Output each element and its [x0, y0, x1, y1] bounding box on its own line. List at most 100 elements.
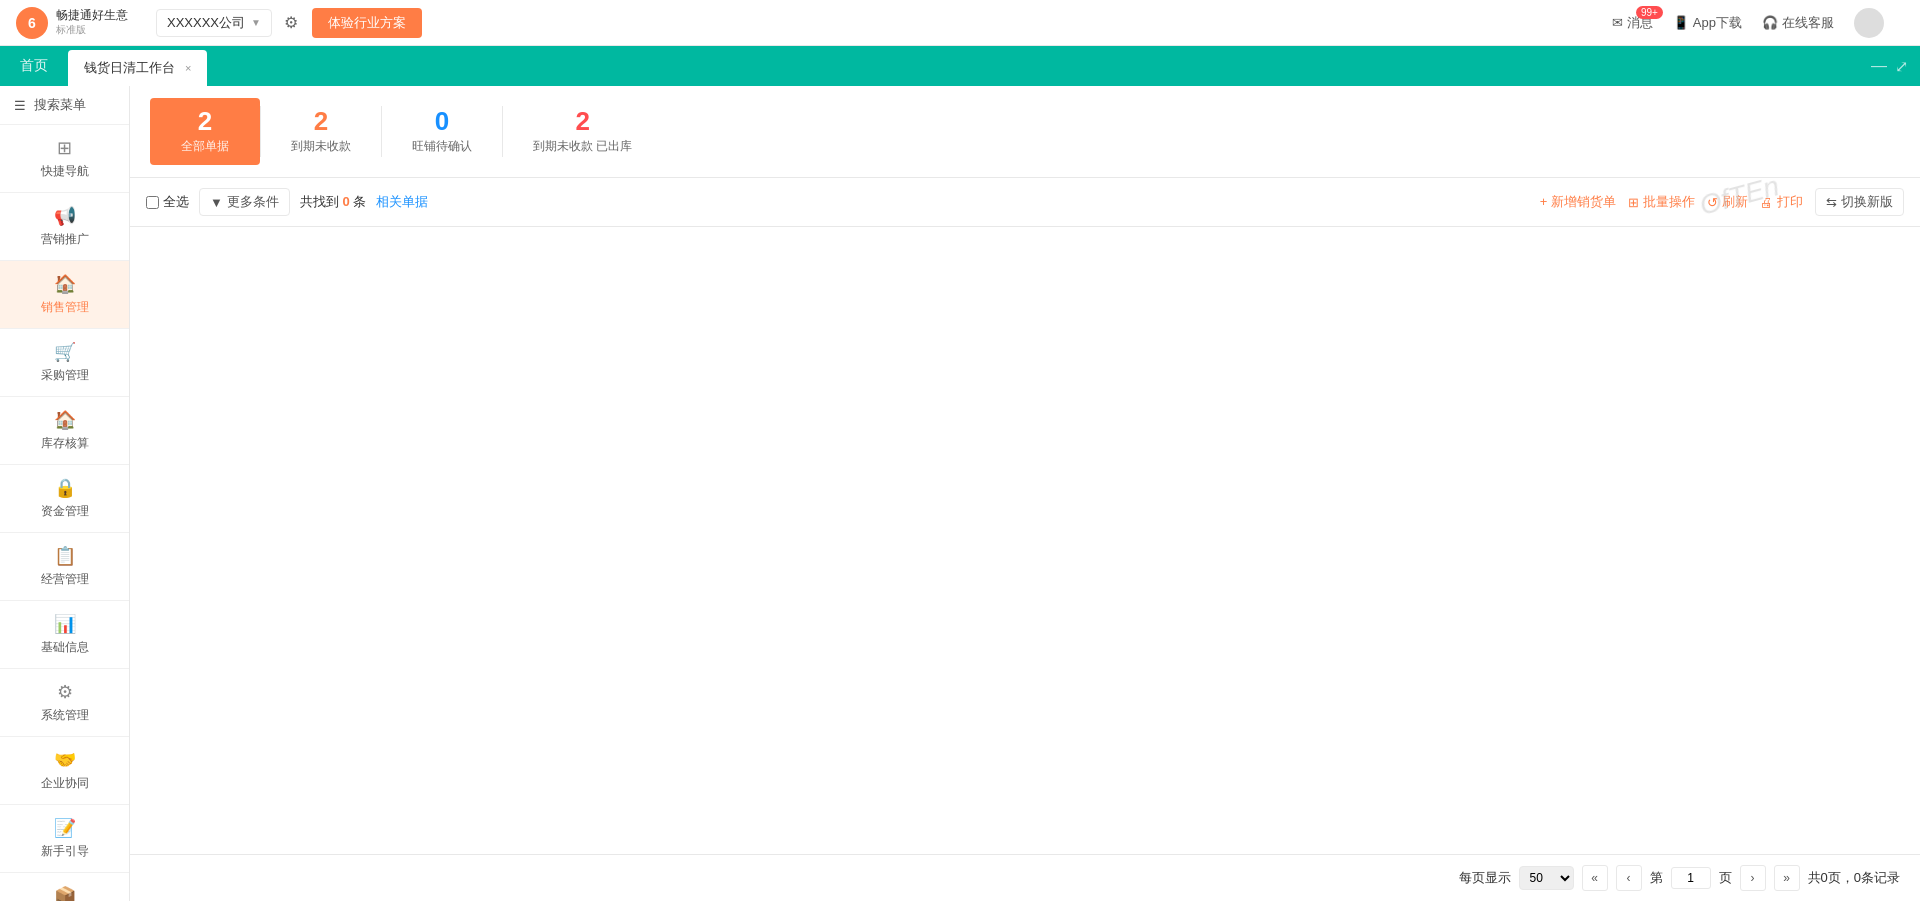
company-selector[interactable]: XXXXXX公司 ▼	[156, 9, 272, 37]
system-icon: ⚙	[57, 681, 73, 703]
stat-label-pending-confirm: 旺铺待确认	[412, 138, 472, 155]
company-dropdown-arrow: ▼	[251, 17, 261, 28]
print-label: 打印	[1777, 193, 1803, 211]
sidebar-item-label: 销售管理	[41, 299, 89, 316]
sidebar-item-label: 新手引导	[41, 843, 89, 860]
sidebar-item-app-center[interactable]: 📦 应用中心	[0, 873, 129, 901]
sidebar-item-label: 资金管理	[41, 503, 89, 520]
message-badge: 99+	[1636, 6, 1663, 19]
app-download[interactable]: 📱 App下载	[1673, 14, 1742, 32]
select-all-label: 全选	[163, 193, 189, 211]
logo-icon: 6	[16, 7, 48, 39]
company-name: XXXXXX公司	[167, 14, 245, 32]
marketing-icon: 📢	[54, 205, 76, 227]
workbench-tab-label: 钱货日清工作台	[84, 59, 175, 77]
stat-label-overdue-unpaid: 到期未收款	[291, 138, 351, 155]
stat-number-overdue-not-shipped: 2	[575, 108, 589, 134]
trial-button[interactable]: 体验行业方案	[312, 8, 422, 38]
workbench-tab[interactable]: 钱货日清工作台 ×	[68, 50, 207, 86]
refresh-label: 刷新	[1722, 193, 1748, 211]
select-all-checkbox[interactable]	[146, 196, 159, 209]
add-sales-button[interactable]: + 新增销货单	[1540, 193, 1616, 211]
sidebar-item-label: 基础信息	[41, 639, 89, 656]
main-layout: ☰ 搜索菜单 ⊞ 快捷导航 📢 营销推广 🏠 销售管理 🛒 采购管理 🏠 库存核…	[0, 86, 1920, 901]
purchase-icon: 🛒	[54, 341, 76, 363]
sidebar-item-label: 经营管理	[41, 571, 89, 588]
top-header: 6 畅捷通好生意 标准版 XXXXXX公司 ▼ ⚙ 体验行业方案 ✉ 消息 99…	[0, 0, 1920, 46]
stat-cards: 2 全部单据 2 到期未收款 0 旺铺待确认 2 到期未收款 已出库	[130, 86, 1920, 178]
home-tab-label: 首页	[20, 57, 48, 75]
service-icon: 🎧	[1762, 15, 1778, 30]
logo-area: 6 畅捷通好生意 标准版	[16, 7, 146, 39]
batch-label: 批量操作	[1643, 193, 1695, 211]
sidebar-item-basic-info[interactable]: 📊 基础信息	[0, 601, 129, 669]
page-label: 第	[1650, 869, 1663, 887]
refresh-button[interactable]: ↺ 刷新	[1707, 193, 1748, 211]
app-center-icon: 📦	[54, 885, 76, 901]
online-service[interactable]: 🎧 在线客服	[1762, 14, 1834, 32]
stat-card-overdue-unpaid[interactable]: 2 到期未收款	[261, 98, 381, 165]
content-area: 2 全部单据 2 到期未收款 0 旺铺待确认 2 到期未收款 已出库	[130, 86, 1920, 901]
sidebar-item-label: 系统管理	[41, 707, 89, 724]
sidebar-item-finance[interactable]: 🔒 资金管理	[0, 465, 129, 533]
stat-label-all: 全部单据	[181, 138, 229, 155]
sidebar-item-system[interactable]: ⚙ 系统管理	[0, 669, 129, 737]
sidebar-item-guide[interactable]: 📝 新手引导	[0, 805, 129, 873]
pagination: 每页显示 50 100 200 « ‹ 第 页 › » 共0页，0条记录	[130, 854, 1920, 901]
last-page-button[interactable]: »	[1774, 865, 1800, 891]
batch-icon: ⊞	[1628, 195, 1639, 210]
next-page-button[interactable]: ›	[1740, 865, 1766, 891]
select-all-area[interactable]: 全选	[146, 193, 189, 211]
search-menu[interactable]: ☰ 搜索菜单	[0, 86, 129, 125]
guide-icon: 📝	[54, 817, 76, 839]
related-docs-link[interactable]: 相关单据	[376, 193, 428, 211]
user-avatar[interactable]	[1854, 8, 1884, 38]
refresh-icon: ↺	[1707, 195, 1718, 210]
print-icon: 🖨	[1760, 195, 1773, 210]
sidebar-item-inventory[interactable]: 🏠 库存核算	[0, 397, 129, 465]
filter-button[interactable]: ▼ 更多条件	[199, 188, 290, 216]
sidebar-item-label: 企业协同	[41, 775, 89, 792]
prev-page-button[interactable]: ‹	[1616, 865, 1642, 891]
found-prefix: 共找到	[300, 194, 339, 209]
found-unit: 条	[353, 194, 366, 209]
tab-close-icon[interactable]: ×	[185, 62, 191, 74]
maximize-icon[interactable]: ⤢	[1895, 57, 1908, 76]
stat-card-pending-confirm[interactable]: 0 旺铺待确认	[382, 98, 502, 165]
online-service-label: 在线客服	[1782, 14, 1834, 32]
search-menu-label: 搜索菜单	[34, 96, 86, 114]
sidebar-item-operations[interactable]: 📋 经营管理	[0, 533, 129, 601]
search-icon: ☰	[14, 98, 26, 113]
finance-icon: 🔒	[54, 477, 76, 499]
stat-number-overdue-unpaid: 2	[314, 108, 328, 134]
phone-icon: 📱	[1673, 15, 1689, 30]
settings-icon[interactable]: ⚙	[284, 13, 298, 32]
filter-icon: ▼	[210, 195, 223, 210]
sidebar-item-label: 营销推广	[41, 231, 89, 248]
sidebar-item-marketing[interactable]: 📢 营销推广	[0, 193, 129, 261]
total-info: 共0页，0条记录	[1808, 869, 1900, 887]
batch-button[interactable]: ⊞ 批量操作	[1628, 193, 1695, 211]
print-button[interactable]: 🖨 打印	[1760, 193, 1803, 211]
home-tab[interactable]: 首页	[0, 46, 68, 86]
enterprise-icon: 🤝	[54, 749, 76, 771]
operations-icon: 📋	[54, 545, 76, 567]
per-page-select[interactable]: 50 100 200	[1519, 866, 1574, 890]
stat-number-pending-confirm: 0	[435, 108, 449, 134]
quick-nav-icon: ⊞	[57, 137, 72, 159]
sidebar-item-sales[interactable]: 🏠 销售管理	[0, 261, 129, 329]
first-page-button[interactable]: «	[1582, 865, 1608, 891]
page-input[interactable]	[1671, 867, 1711, 889]
switch-version-button[interactable]: ⇆ 切换新版	[1815, 188, 1904, 216]
nav-tabs: 首页 钱货日清工作台 × — ⤢	[0, 46, 1920, 86]
sidebar-item-purchase[interactable]: 🛒 采购管理	[0, 329, 129, 397]
minimize-icon[interactable]: —	[1871, 57, 1887, 75]
stat-card-all[interactable]: 2 全部单据	[150, 98, 260, 165]
sidebar-item-quick-nav[interactable]: ⊞ 快捷导航	[0, 125, 129, 193]
sidebar: ☰ 搜索菜单 ⊞ 快捷导航 📢 营销推广 🏠 销售管理 🛒 采购管理 🏠 库存核…	[0, 86, 130, 901]
sidebar-item-enterprise[interactable]: 🤝 企业协同	[0, 737, 129, 805]
message-area[interactable]: ✉ 消息 99+	[1612, 14, 1653, 32]
found-count: 0	[343, 194, 350, 209]
stat-card-overdue-not-shipped[interactable]: 2 到期未收款 已出库	[503, 98, 662, 165]
found-text: 共找到 0 条	[300, 193, 366, 211]
